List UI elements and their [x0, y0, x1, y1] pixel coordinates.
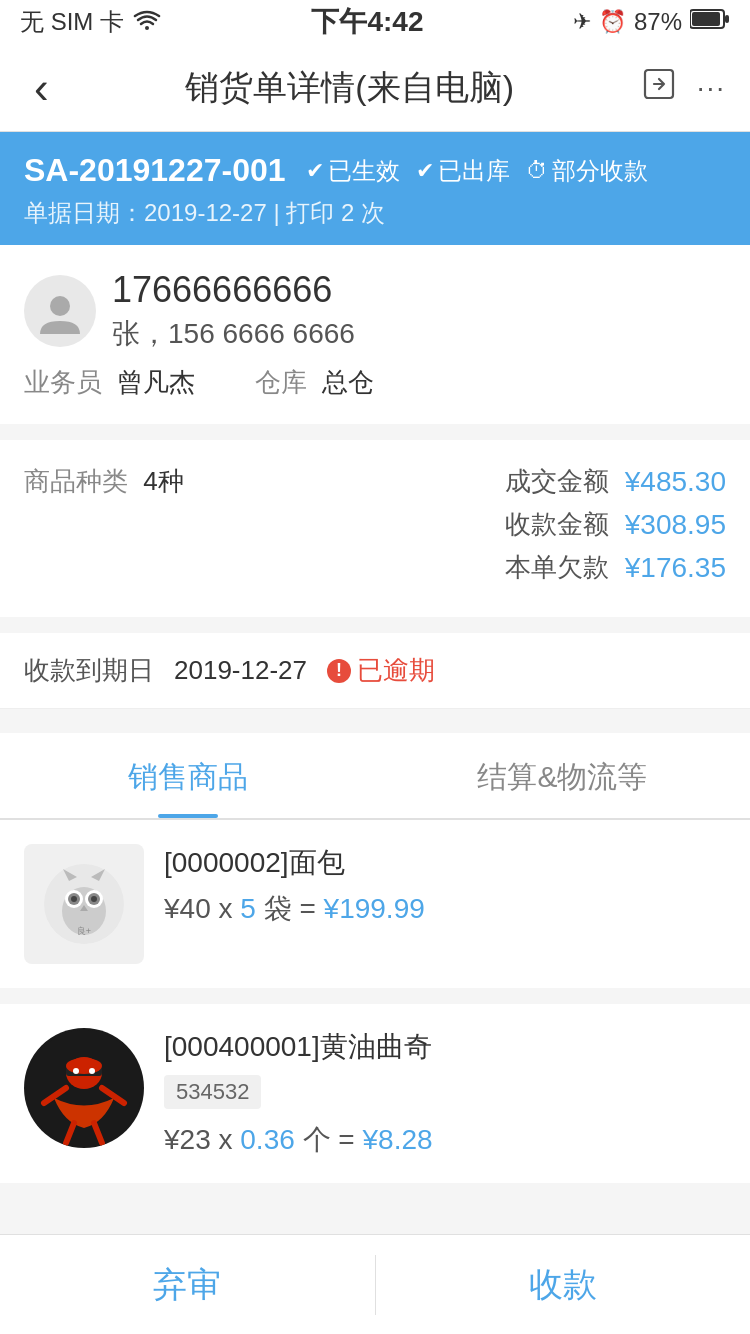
- list-item: 良+ [0000002]面包 ¥40 x 5 袋 = ¥199.99: [0, 820, 750, 988]
- order-statuses: ✔ 已生效 ✔ 已出库 ⏱ 部分收款: [306, 155, 648, 187]
- product-types: 商品种类 4种: [24, 464, 184, 499]
- tabs-section: 销售商品 结算&物流等: [0, 725, 750, 1183]
- battery-text: 87%: [634, 8, 682, 36]
- svg-rect-3: [725, 15, 729, 23]
- no-sim-text: 无 SIM 卡: [20, 6, 124, 38]
- cancel-button[interactable]: 弃审: [0, 1242, 375, 1328]
- customer-meta: 业务员 曾凡杰 仓库 总仓: [24, 365, 726, 400]
- customer-contact: 张，156 6666 6666: [112, 315, 355, 353]
- nav-actions: ···: [641, 66, 726, 110]
- order-date: 单据日期：2019-12-27 | 打印 2 次: [24, 197, 726, 229]
- status-partial: ⏱ 部分收款: [526, 155, 648, 187]
- customer-info: 17666666666 张，156 6666 6666: [112, 269, 355, 353]
- product-name: [0000002]面包: [164, 844, 726, 882]
- avatar: [24, 275, 96, 347]
- product-price-2: ¥23 x 0.36 个 = ¥8.28: [164, 1121, 726, 1159]
- products-list: 良+ [0000002]面包 ¥40 x 5 袋 = ¥199.99: [0, 820, 750, 1183]
- status-right: ✈ ⏰ 87%: [573, 8, 730, 36]
- overdue-icon: !: [327, 659, 351, 683]
- svg-point-5: [50, 296, 70, 316]
- svg-point-21: [66, 1058, 102, 1074]
- svg-point-22: [73, 1068, 79, 1074]
- order-banner: SA-20191227-001 ✔ 已生效 ✔ 已出库 ⏱ 部分收款 单据日期：…: [0, 132, 750, 245]
- nav-bar: ‹ 销货单详情(来自电脑) ···: [0, 44, 750, 132]
- warehouse-meta: 仓库 总仓: [255, 365, 374, 400]
- list-item: [000400001]黄油曲奇 534532 ¥23 x 0.36 个 = ¥8…: [0, 1004, 750, 1183]
- tab-sales-products[interactable]: 销售商品: [0, 733, 375, 818]
- svg-text:良+: 良+: [77, 926, 91, 936]
- status-time: 下午4:42: [311, 3, 423, 41]
- svg-point-13: [91, 896, 97, 902]
- tabs: 销售商品 结算&物流等: [0, 733, 750, 820]
- svg-point-12: [71, 896, 77, 902]
- deal-amount-row: 成交金额 ¥485.30: [505, 464, 726, 499]
- battery-icon: [690, 8, 730, 36]
- product-info-2: [000400001]黄油曲奇 534532 ¥23 x 0.36 个 = ¥8…: [164, 1028, 726, 1159]
- salesperson-meta: 业务员 曾凡杰: [24, 365, 195, 400]
- product-name-2: [000400001]黄油曲奇: [164, 1028, 726, 1066]
- more-icon[interactable]: ···: [697, 72, 726, 104]
- location-icon: ✈: [573, 9, 591, 35]
- due-section: 收款到期日 2019-12-27 ! 已逾期: [0, 633, 750, 709]
- confirm-button[interactable]: 收款: [376, 1242, 751, 1328]
- alarm-icon: ⏰: [599, 9, 626, 35]
- overdue-badge: ! 已逾期: [327, 653, 435, 688]
- product-thumbnail: 良+: [24, 844, 144, 964]
- bottom-bar: 弃审 收款: [0, 1234, 750, 1334]
- status-shipped: ✔ 已出库: [416, 155, 510, 187]
- status-bar: 无 SIM 卡 下午4:42 ✈ ⏰ 87%: [0, 0, 750, 44]
- status-effective: ✔ 已生效: [306, 155, 400, 187]
- wifi-icon: [132, 8, 162, 36]
- page-title: 销货单详情(来自电脑): [59, 65, 641, 111]
- received-amount-row: 收款金额 ¥308.95: [505, 507, 726, 542]
- customer-section: 17666666666 张，156 6666 6666 业务员 曾凡杰 仓库 总…: [0, 245, 750, 424]
- owed-amount-row: 本单欠款 ¥176.35: [505, 550, 726, 585]
- tab-settlement[interactable]: 结算&物流等: [375, 733, 750, 818]
- status-left: 无 SIM 卡: [20, 6, 162, 38]
- svg-point-23: [89, 1068, 95, 1074]
- product-thumbnail-2: [24, 1028, 144, 1148]
- back-button[interactable]: ‹: [24, 53, 59, 123]
- product-tag: 534532: [164, 1075, 261, 1109]
- summary-section: 商品种类 4种 成交金额 ¥485.30 收款金额 ¥308.95 本单欠款 ¥…: [0, 440, 750, 617]
- customer-id: 17666666666: [112, 269, 355, 311]
- svg-rect-2: [692, 12, 720, 26]
- order-id: SA-20191227-001: [24, 152, 286, 189]
- product-price: ¥40 x 5 袋 = ¥199.99: [164, 890, 726, 928]
- product-info: [0000002]面包 ¥40 x 5 袋 = ¥199.99: [164, 844, 726, 964]
- svg-point-0: [145, 26, 149, 30]
- share-icon[interactable]: [641, 66, 677, 110]
- amounts: 成交金额 ¥485.30 收款金额 ¥308.95 本单欠款 ¥176.35: [505, 464, 726, 593]
